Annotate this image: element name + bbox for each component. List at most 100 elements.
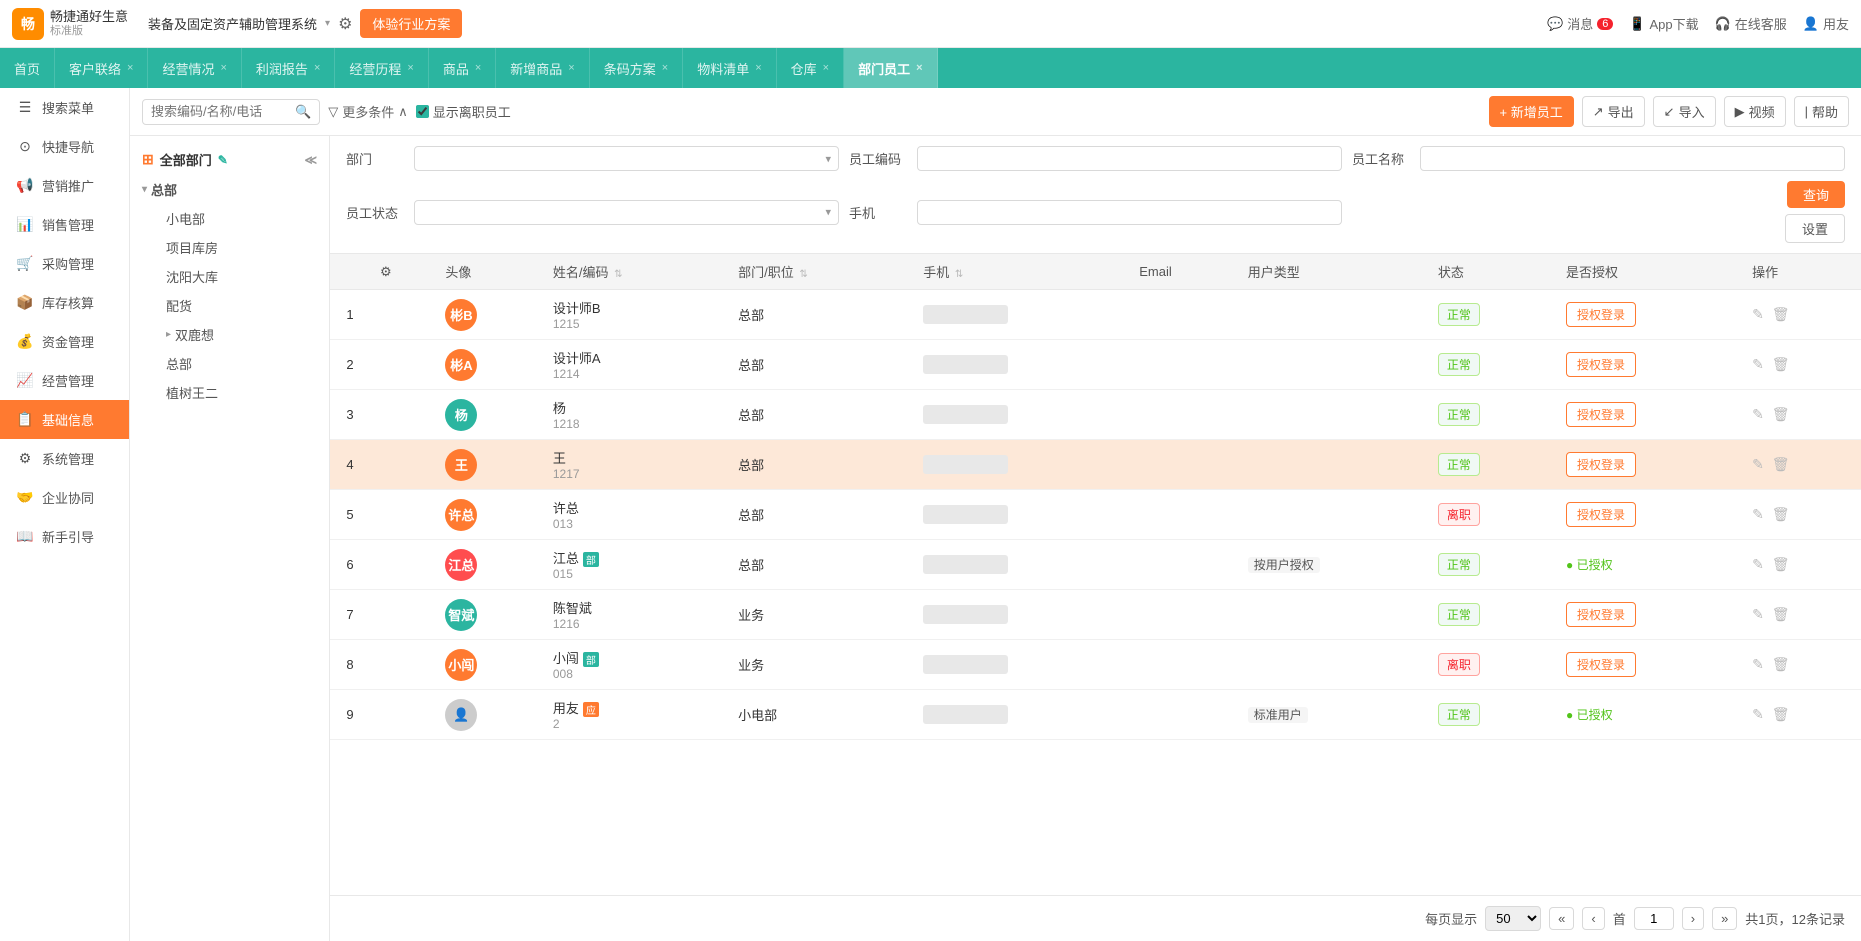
emp-code-input[interactable] [917, 146, 1342, 171]
col-name_code[interactable]: 姓名/编码 ⇅ [543, 254, 728, 290]
sidebar-item-经营管理[interactable]: 📈经营管理 [0, 361, 129, 400]
dept-tree-item[interactable]: 总部 [130, 349, 329, 378]
close-tab-icon[interactable]: × [127, 62, 133, 74]
nav-tab-经营历程[interactable]: 经营历程× [335, 48, 428, 88]
auth-login-btn[interactable]: 授权登录 [1566, 402, 1636, 427]
nav-tab-仓库[interactable]: 仓库× [777, 48, 844, 88]
dept-tree-item[interactable]: 项目库房 [130, 233, 329, 262]
dept-tree-item[interactable]: 小电部 [130, 204, 329, 233]
help-btn[interactable]: | 帮助 [1794, 96, 1849, 127]
dept-tree-item[interactable]: 植树王二 [130, 378, 329, 407]
search-input[interactable] [151, 104, 291, 119]
auth-login-btn[interactable]: 授权登录 [1566, 352, 1636, 377]
trial-button[interactable]: 体验行业方案 [360, 9, 462, 38]
sidebar-item-快捷导航[interactable]: ⊙快捷导航 [0, 127, 129, 166]
nav-tab-新增商品[interactable]: 新增商品× [496, 48, 589, 88]
sidebar-item-营销推广[interactable]: 📢营销推广 [0, 166, 129, 205]
close-tab-icon[interactable]: × [475, 62, 481, 74]
close-tab-icon[interactable]: × [662, 62, 668, 74]
auth-login-btn[interactable]: 授权登录 [1566, 502, 1636, 527]
delete-icon[interactable]: 🗑 [1772, 306, 1790, 323]
more-filter-btn[interactable]: ▽ 更多条件 ∧ [328, 102, 408, 121]
emp-name-input[interactable] [1420, 146, 1845, 171]
sidebar-item-采购管理[interactable]: 🛒采购管理 [0, 244, 129, 283]
next-page-btn[interactable]: › [1682, 907, 1704, 930]
sidebar-item-库存核算[interactable]: 📦库存核算 [0, 283, 129, 322]
close-tab-icon[interactable]: × [407, 62, 413, 74]
close-tab-icon[interactable]: × [916, 62, 922, 74]
auth-login-btn[interactable]: 授权登录 [1566, 602, 1636, 627]
first-page-btn[interactable]: « [1549, 907, 1574, 930]
dept-tree-item[interactable]: 配货 [130, 291, 329, 320]
close-tab-icon[interactable]: × [568, 62, 574, 74]
edit-icon[interactable]: ✎ [1752, 306, 1764, 323]
edit-icon[interactable]: ✎ [1752, 606, 1764, 623]
edit-dept-icon[interactable]: ✎ [218, 153, 228, 167]
delete-icon[interactable]: 🗑 [1772, 506, 1790, 523]
edit-icon[interactable]: ✎ [1752, 556, 1764, 573]
emp-status-select[interactable] [414, 200, 839, 225]
last-page-btn[interactable]: » [1712, 907, 1737, 930]
user-btn[interactable]: 👤 用友 [1803, 14, 1849, 33]
sidebar-item-搜索菜单[interactable]: ☰搜索菜单 [0, 88, 129, 127]
video-btn[interactable]: ▶ 视频 [1724, 96, 1786, 127]
col-dept_position[interactable]: 部门/职位 ⇅ [728, 254, 913, 290]
edit-icon[interactable]: ✎ [1752, 706, 1764, 723]
edit-icon[interactable]: ✎ [1752, 656, 1764, 673]
export-btn[interactable]: ↗ 导出 [1582, 96, 1645, 127]
nav-tab-条码方案[interactable]: 条码方案× [590, 48, 683, 88]
col-phone[interactable]: 手机 ⇅ [913, 254, 1129, 290]
nav-tab-物料清单[interactable]: 物料清单× [683, 48, 776, 88]
nav-tab-商品[interactable]: 商品× [429, 48, 496, 88]
nav-tab-经营情况[interactable]: 经营情况× [148, 48, 241, 88]
prev-page-btn[interactable]: ‹ [1582, 907, 1604, 930]
edit-icon[interactable]: ✎ [1752, 506, 1764, 523]
add-employee-btn[interactable]: + 新增员工 [1489, 96, 1574, 127]
delete-icon[interactable]: 🗑 [1772, 556, 1790, 573]
page-input[interactable] [1634, 907, 1674, 930]
dept-tree-item[interactable]: ▾总部 [130, 175, 329, 204]
set-btn[interactable]: 设置 [1785, 214, 1845, 243]
delete-icon[interactable]: 🗑 [1772, 706, 1790, 723]
sidebar-item-资金管理[interactable]: 💰资金管理 [0, 322, 129, 361]
sidebar-item-销售管理[interactable]: 📊销售管理 [0, 205, 129, 244]
query-btn[interactable]: 查询 [1787, 181, 1845, 208]
sidebar-item-新手引导[interactable]: 📖新手引导 [0, 517, 129, 556]
sidebar-item-系统管理[interactable]: ⚙系统管理 [0, 439, 129, 478]
delete-icon[interactable]: 🗑 [1772, 406, 1790, 423]
dept-tree-item[interactable]: ▸双鹿想 [130, 320, 329, 349]
edit-icon[interactable]: ✎ [1752, 456, 1764, 473]
page-size-select[interactable]: 102050100 [1485, 906, 1541, 931]
delete-icon[interactable]: 🗑 [1772, 456, 1790, 473]
close-tab-icon[interactable]: × [823, 62, 829, 74]
auth-login-btn[interactable]: 授权登录 [1566, 302, 1636, 327]
close-tab-icon[interactable]: × [314, 62, 320, 74]
import-btn[interactable]: ↙ 导入 [1653, 96, 1716, 127]
message-btn[interactable]: 💬 消息 6 [1547, 14, 1613, 33]
collapse-dept-icon[interactable]: ≪ [304, 153, 317, 167]
auth-login-btn[interactable]: 授权登录 [1566, 652, 1636, 677]
nav-tab-部门员工[interactable]: 部门员工× [844, 48, 937, 88]
nav-tab-利润报告[interactable]: 利润报告× [242, 48, 335, 88]
app-download-btn[interactable]: 📱 App下载 [1629, 14, 1698, 33]
edit-icon[interactable]: ✎ [1752, 356, 1764, 373]
close-tab-icon[interactable]: × [220, 62, 226, 74]
nav-tab-客户联络[interactable]: 客户联络× [55, 48, 148, 88]
system-dropdown-arrow[interactable]: ▾ [325, 18, 330, 29]
delete-icon[interactable]: 🗑 [1772, 356, 1790, 373]
delete-icon[interactable]: 🗑 [1772, 606, 1790, 623]
auth-login-btn[interactable]: 授权登录 [1566, 452, 1636, 477]
edit-icon[interactable]: ✎ [1752, 406, 1764, 423]
online-service-btn[interactable]: 🎧 在线客服 [1715, 14, 1787, 33]
delete-icon[interactable]: 🗑 [1772, 656, 1790, 673]
dept-tree-item[interactable]: 沈阳大库 [130, 262, 329, 291]
sidebar-item-基础信息[interactable]: 📋基础信息 [0, 400, 129, 439]
dept-select[interactable] [414, 146, 839, 171]
sidebar-item-企业协同[interactable]: 🤝企业协同 [0, 478, 129, 517]
search-box[interactable]: 🔍 [142, 99, 320, 125]
nav-tab-首页[interactable]: 首页 [0, 48, 55, 88]
phone-input[interactable] [917, 200, 1342, 225]
close-tab-icon[interactable]: × [755, 62, 761, 74]
show-resigned-checkbox[interactable]: 显示离职员工 [416, 102, 511, 121]
settings-icon[interactable]: ⚙ [338, 14, 352, 34]
